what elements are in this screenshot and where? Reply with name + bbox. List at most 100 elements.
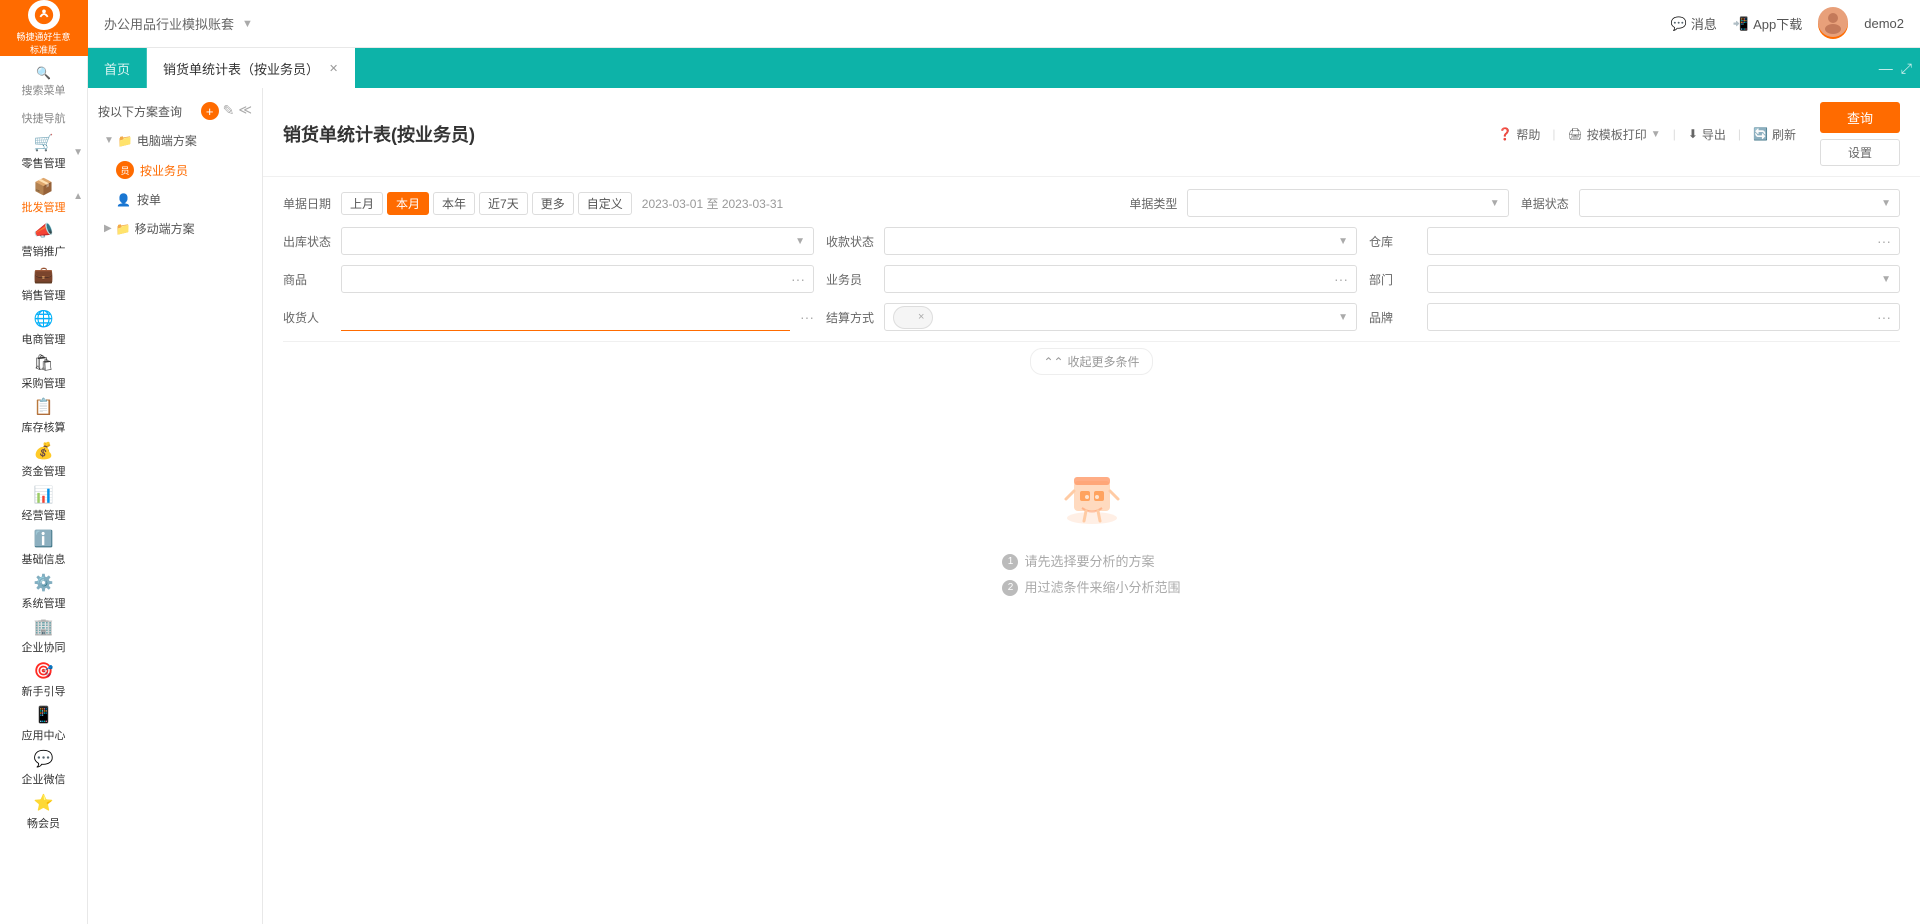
add-scheme-btn[interactable]: + — [201, 102, 219, 120]
date-btn-7days[interactable]: 近7天 — [479, 192, 528, 215]
sidebar-item-inventory[interactable]: 📋 库存核算 — [0, 394, 87, 438]
brand-filter-col: 品牌 ··· — [1369, 303, 1900, 331]
finance-icon: 💰 — [34, 441, 54, 461]
brand-select[interactable]: ··· — [1427, 303, 1900, 331]
avatar-image — [1818, 7, 1848, 40]
tab-maximize-btn[interactable]: ⤢ — [1901, 60, 1912, 77]
sidebar-item-appcenter[interactable]: 📱 应用中心 — [0, 702, 87, 746]
date-btn-lastmonth[interactable]: 上月 — [341, 192, 383, 215]
sidebar-item-enterprise[interactable]: 🏢 企业协同 — [0, 614, 87, 658]
enterprise-label: 企业协同 — [22, 639, 66, 655]
doctype-select[interactable]: ▼ — [1187, 189, 1508, 217]
hint-row-1: 1 请先选择要分析的方案 — [1002, 549, 1180, 575]
tab-minimize-btn[interactable]: — — [1879, 60, 1893, 76]
wholesale-arrow: ▲ — [73, 191, 83, 202]
goods-label: 商品 — [283, 271, 335, 288]
receiver-label: 收货人 — [283, 309, 335, 326]
tabbar: 首页 销货单统计表（按业务员） ✕ — ⤢ — [88, 48, 1920, 88]
tab-home-label: 首页 — [104, 59, 130, 78]
sidebar-item-retail[interactable]: 🛒 零售管理 ▼ — [0, 130, 87, 174]
topbar-right: 💬 消息 📲 App下载 demo2 — [1671, 9, 1904, 39]
collapse-scheme-btn[interactable]: ≪ — [238, 102, 252, 120]
salesperson-label: 业务员 — [826, 271, 878, 288]
inventory-label: 库存核算 — [22, 419, 66, 435]
warehouse-select[interactable]: ··· — [1427, 227, 1900, 255]
date-btn-custom[interactable]: 自定义 — [578, 192, 632, 215]
settlement-filter-col: 结算方式 × ▼ — [826, 303, 1357, 331]
settings-button[interactable]: 设置 — [1820, 139, 1900, 166]
doctype-label: 单据类型 — [1129, 195, 1181, 212]
payment-arrow: ▼ — [1338, 236, 1348, 247]
sep3: | — [1738, 127, 1741, 141]
warehouse-filter-col: 仓库 ··· — [1369, 227, 1900, 255]
scheme-group-mobile-header[interactable]: ▶ 📁 移动端方案 — [88, 214, 262, 243]
inventory-icon: 📋 — [34, 397, 54, 417]
logo-sub-text: 标准版 — [30, 43, 57, 56]
date-btn-thismonth[interactable]: 本月 — [387, 192, 429, 215]
newguide-label: 新手引导 — [22, 683, 66, 699]
receiver-dots[interactable]: ··· — [800, 309, 814, 325]
brand-dots[interactable]: ··· — [1877, 309, 1891, 325]
payment-label: 收款状态 — [826, 233, 878, 250]
warehouse-dots[interactable]: ··· — [1877, 233, 1891, 249]
settlement-select[interactable]: × ▼ — [884, 303, 1357, 331]
search-menu[interactable]: 🔍 搜索菜单 — [0, 56, 87, 104]
sidebar-item-newguide[interactable]: 🎯 新手引导 — [0, 658, 87, 702]
date-btn-more[interactable]: 更多 — [532, 192, 574, 215]
sidebar-item-member[interactable]: ⭐ 畅会员 — [0, 790, 87, 834]
user-avatar[interactable] — [1818, 9, 1848, 39]
sidebar-item-ecommerce[interactable]: 🌐 电商管理 — [0, 306, 87, 350]
goods-select[interactable]: ··· — [341, 265, 814, 293]
app-download-btn[interactable]: 📲 App下载 — [1733, 14, 1802, 33]
outstatus-select[interactable]: ▼ — [341, 227, 814, 255]
scheme-sub-by-order[interactable]: 👤 按单 — [88, 185, 262, 214]
salesperson-dots[interactable]: ··· — [1334, 271, 1348, 287]
sidebar-item-operations[interactable]: 📊 经营管理 — [0, 482, 87, 526]
goods-dots[interactable]: ··· — [791, 271, 805, 287]
top-title-arrow[interactable]: ▼ — [242, 18, 253, 30]
user-name[interactable]: demo2 — [1864, 16, 1904, 31]
sidebar-item-purchase[interactable]: 🛍 采购管理 — [0, 350, 87, 394]
salesperson-select[interactable]: ··· — [884, 265, 1357, 293]
scheme-sub-by-salesperson[interactable]: 员 按业务员 — [88, 155, 262, 185]
help-btn[interactable]: ❓ 帮助 — [1497, 126, 1540, 143]
sidebar-item-sales[interactable]: 💼 销售管理 — [0, 262, 87, 306]
tab-sales-stat[interactable]: 销货单统计表（按业务员） ✕ — [147, 48, 355, 88]
goods-filter-col: 商品 ··· — [283, 265, 814, 293]
query-button[interactable]: 查询 — [1820, 102, 1900, 133]
export-btn[interactable]: ⬇ 导出 — [1688, 126, 1726, 143]
sales-icon: 💼 — [34, 265, 54, 285]
print-label: 按模板打印 — [1587, 126, 1647, 143]
collapse-btn[interactable]: ⌃⌃ 收起更多条件 — [1030, 348, 1152, 375]
print-btn[interactable]: 🖨 按模板打印 ▼ — [1568, 126, 1661, 143]
ecommerce-icon: 🌐 — [34, 309, 54, 329]
tab-home[interactable]: 首页 — [88, 48, 147, 88]
refresh-btn[interactable]: 🔄 刷新 — [1753, 126, 1796, 143]
settlement-tag-close[interactable]: × — [918, 311, 924, 323]
app-logo[interactable]: 畅捷通好生意 标准版 — [0, 0, 88, 56]
date-label: 单据日期 — [283, 195, 335, 212]
date-control: 上月 本月 本年 近7天 更多 自定义 2023-03-01 至 2023-03… — [341, 192, 783, 215]
wholesale-icon: 📦 — [34, 177, 54, 197]
message-btn[interactable]: 💬 消息 — [1671, 14, 1717, 33]
receiver-input[interactable] — [341, 303, 790, 331]
payment-select[interactable]: ▼ — [884, 227, 1357, 255]
sidebar-item-basics[interactable]: ℹ️ 基础信息 — [0, 526, 87, 570]
wechat-icon: 💬 — [34, 749, 54, 769]
tab-close-btn[interactable]: ✕ — [329, 62, 338, 75]
sidebar-item-wechat[interactable]: 💬 企业微信 — [0, 746, 87, 790]
edit-scheme-btn[interactable]: ✎ — [223, 102, 235, 120]
mobile-expand-icon: ▶ — [104, 223, 112, 234]
left-panel-header: 按以下方案查询 + ✎ ≪ — [88, 96, 262, 126]
docstatus-select[interactable]: ▼ — [1579, 189, 1900, 217]
sidebar-item-wholesale[interactable]: 📦 批发管理 ▲ — [0, 174, 87, 218]
sidebar-item-system[interactable]: ⚙️ 系统管理 — [0, 570, 87, 614]
sidebar-item-finance[interactable]: 💰 资金管理 — [0, 438, 87, 482]
date-btn-thisyear[interactable]: 本年 — [433, 192, 475, 215]
filter-row-3: 商品 ··· 业务员 ··· 部门 — [283, 265, 1900, 293]
sidebar-item-marketing[interactable]: 📣 营销推广 — [0, 218, 87, 262]
department-select[interactable]: ▼ — [1427, 265, 1900, 293]
empty-illustration — [1052, 453, 1132, 533]
scheme-group-desktop-header[interactable]: ▼ 📁 电脑端方案 — [88, 126, 262, 155]
app-download-label: App下载 — [1753, 14, 1802, 33]
